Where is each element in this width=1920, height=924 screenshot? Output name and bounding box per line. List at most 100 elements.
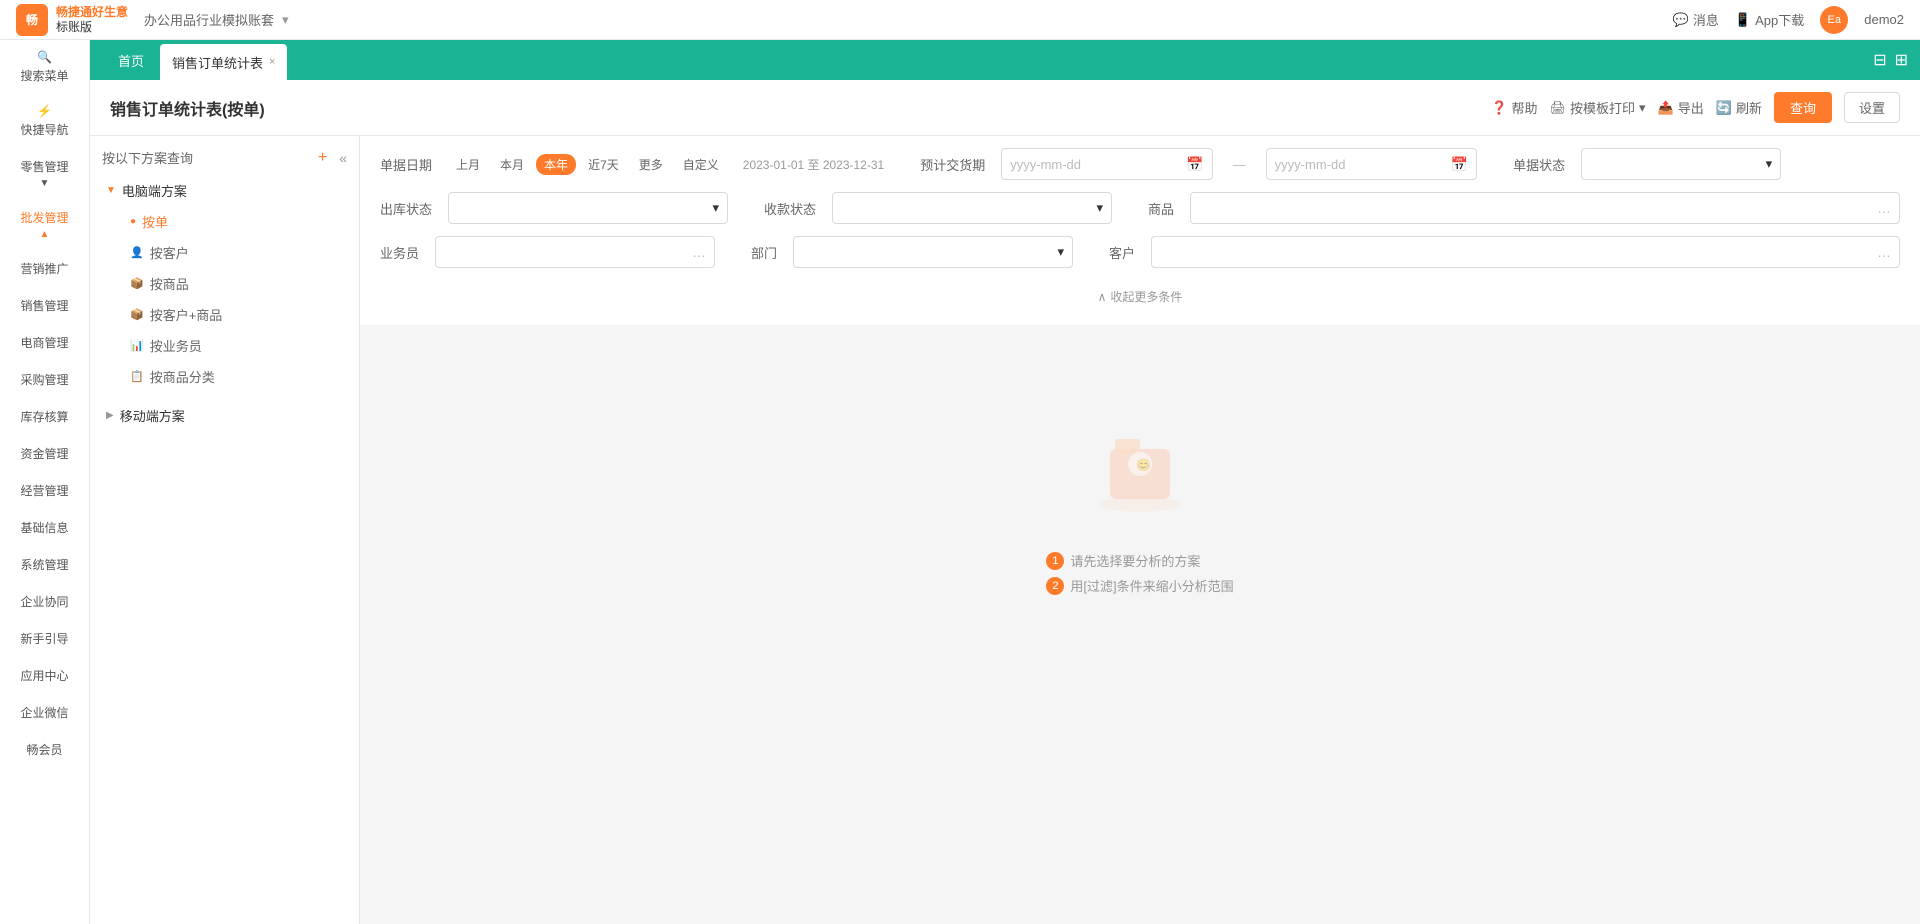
sidebar-item-ecommerce[interactable]: 电商管理 [0, 324, 89, 361]
expected-date-end-input[interactable] [1275, 157, 1451, 172]
goods-input[interactable]: … [1190, 192, 1900, 224]
customer-label: 客户 [1109, 243, 1135, 262]
retail-arrow-icon: ▼ [40, 178, 50, 189]
page-actions: ❓ 帮助 🖨 按模板打印 ▾ 📤 导出 🔄 [1491, 92, 1900, 123]
search-icon: 🔍 [37, 50, 52, 64]
status-select[interactable]: ▾ [1581, 148, 1781, 180]
tab-maximize-icon[interactable]: ⊞ [1895, 50, 1908, 70]
hint-num-1: 1 [1046, 552, 1064, 570]
sidebar-item-management[interactable]: 经营管理 [0, 472, 89, 509]
message-btn[interactable]: 💬 消息 [1673, 10, 1719, 29]
empty-state: 😊 1 请先选择要分析的方案 2 用[过滤]条件来缩小分析 [360, 329, 1920, 681]
tree-child-by-category[interactable]: 📋 按商品分类 [98, 361, 351, 392]
add-scheme-btn[interactable]: + [318, 149, 327, 167]
by-goods-icon: 📦 [130, 277, 144, 290]
collapse-panel-btn[interactable]: « [339, 150, 347, 166]
tree-parent-pc[interactable]: ▼ 电脑端方案 [98, 175, 351, 206]
sidebar-item-sales[interactable]: 销售管理 [0, 287, 89, 324]
date-label: 单据日期 [380, 155, 432, 174]
query-button[interactable]: 查询 [1774, 92, 1832, 123]
refresh-btn[interactable]: 🔄 刷新 [1716, 98, 1762, 117]
shipment-select[interactable]: ▾ [448, 192, 728, 224]
sidebar-item-basic[interactable]: 基础信息 [0, 509, 89, 546]
date-option-this-month[interactable]: 本月 [492, 154, 532, 175]
tree-child-by-goods[interactable]: 📦 按商品 [98, 268, 351, 299]
hint-num-2: 2 [1046, 577, 1064, 595]
sidebar-item-wechat[interactable]: 企业微信 [0, 694, 89, 731]
customer-more-icon[interactable]: … [1877, 244, 1891, 260]
calendar-end-icon: 📅 [1451, 156, 1468, 173]
expected-date-start[interactable]: 📅 [1001, 148, 1212, 180]
tab-close-icon[interactable]: × [269, 56, 275, 68]
company-subtitle: 标账版 [56, 20, 128, 34]
filter-row-1: 单据日期 上月 本月 本年 近7天 更多 自定义 2023-01-01 至 20… [380, 148, 1900, 180]
goods-more-icon[interactable]: … [1877, 200, 1891, 216]
collapse-icon: ∧ [1098, 290, 1107, 304]
tree-child-by-order[interactable]: ● 按单 [98, 206, 351, 237]
print-btn[interactable]: 🖨 按模板打印 ▾ [1550, 98, 1646, 117]
date-option-custom[interactable]: 自定义 [675, 154, 727, 175]
sidebar-item-system[interactable]: 系统管理 [0, 546, 89, 583]
customer-input[interactable]: … [1151, 236, 1900, 268]
by-cg-icon: 📦 [130, 308, 144, 321]
sidebar-item-inventory[interactable]: 库存核算 [0, 398, 89, 435]
empty-illustration: 😊 [1080, 409, 1200, 529]
export-btn[interactable]: 📤 导出 [1658, 98, 1704, 117]
tree-child-by-customer[interactable]: 👤 按客户 [98, 237, 351, 268]
sidebar-item-finance[interactable]: 资金管理 [0, 435, 89, 472]
expected-date-start-input[interactable] [1010, 157, 1186, 172]
sidebar-item-enterprise[interactable]: 企业协同 [0, 583, 89, 620]
tree-child-by-customer-goods[interactable]: 📦 按客户+商品 [98, 299, 351, 330]
print-icon: 🖨 [1550, 100, 1567, 116]
panel-title-label: 按以下方案查询 [102, 148, 193, 167]
payment-select[interactable]: ▾ [832, 192, 1112, 224]
hint-item-1: 1 请先选择要分析的方案 [1046, 551, 1233, 570]
industry-dropdown-icon[interactable]: ▾ [282, 12, 289, 28]
date-option-more[interactable]: 更多 [631, 154, 671, 175]
date-option-this-year[interactable]: 本年 [536, 154, 576, 175]
tree-section-pc: ▼ 电脑端方案 ● 按单 👤 按客户 [90, 175, 359, 392]
sidebar-item-wholesale[interactable]: 批发管理 ▲ [0, 199, 89, 250]
top-bar-right: 💬 消息 📱 App下载 Ea demo2 [1673, 6, 1904, 34]
sidebar-item-purchase[interactable]: 采购管理 [0, 361, 89, 398]
tree-parent-mobile[interactable]: ▶ 移动端方案 [98, 400, 351, 431]
salesperson-input[interactable]: … [435, 236, 715, 268]
filter-area: 单据日期 上月 本月 本年 近7天 更多 自定义 2023-01-01 至 20… [360, 136, 1920, 325]
expected-date-end[interactable]: 📅 [1266, 148, 1477, 180]
download-icon: 📱 [1735, 12, 1751, 28]
department-dropdown-icon: ▾ [1058, 244, 1065, 260]
salesperson-more-icon[interactable]: … [692, 244, 706, 260]
goods-search-input[interactable] [1199, 201, 1877, 216]
sidebar-item-search[interactable]: 🔍 搜索菜单 [0, 40, 89, 94]
by-salesperson-icon: 📊 [130, 339, 144, 352]
setting-button[interactable]: 设置 [1844, 92, 1900, 123]
tree-expand-icon: ▼ [106, 185, 116, 196]
sidebar-item-retail[interactable]: 零售管理 ▼ [0, 148, 89, 199]
date-option-7days[interactable]: 近7天 [580, 154, 627, 175]
sidebar-item-newbie[interactable]: 新手引导 [0, 620, 89, 657]
help-btn[interactable]: ❓ 帮助 [1491, 98, 1537, 117]
tab-minimize-icon[interactable]: ⊟ [1873, 50, 1886, 70]
customer-search-input[interactable] [1160, 245, 1877, 260]
tab-home[interactable]: 首页 [102, 40, 160, 80]
by-customer-icon: 👤 [130, 246, 144, 259]
refresh-icon: 🔄 [1716, 100, 1732, 116]
help-icon: ❓ [1491, 100, 1507, 116]
date-option-last-month[interactable]: 上月 [448, 154, 488, 175]
user-avatar[interactable]: Ea [1820, 6, 1848, 34]
department-select[interactable]: ▾ [793, 236, 1073, 268]
sidebar-item-member[interactable]: 畅会员 [0, 731, 89, 768]
tab-sales-stats[interactable]: 销售订单统计表 × [160, 44, 287, 80]
left-panel: 按以下方案查询 + « ▼ 电脑端方案 ● [90, 136, 360, 924]
sidebar-item-appcenter[interactable]: 应用中心 [0, 657, 89, 694]
collapse-btn[interactable]: ∧ 收起更多条件 [380, 280, 1900, 313]
salesperson-search-input[interactable] [444, 245, 692, 260]
date-range-text: 2023-01-01 至 2023-12-31 [743, 156, 884, 173]
main-layout: 🔍 搜索菜单 ⚡ 快捷导航 零售管理 ▼ 批发管理 ▲ 营销推广 销售管理 电商… [0, 40, 1920, 924]
app-download-btn[interactable]: 📱 App下载 [1735, 10, 1804, 29]
sidebar-item-shortcuts[interactable]: ⚡ 快捷导航 [0, 94, 89, 148]
tree-child-by-salesperson[interactable]: 📊 按业务员 [98, 330, 351, 361]
page-content: 销售订单统计表(按单) ❓ 帮助 🖨 按模板打印 ▾ 📤 [90, 80, 1920, 924]
sidebar-item-marketing[interactable]: 营销推广 [0, 250, 89, 287]
date-dash: — [1229, 157, 1250, 172]
